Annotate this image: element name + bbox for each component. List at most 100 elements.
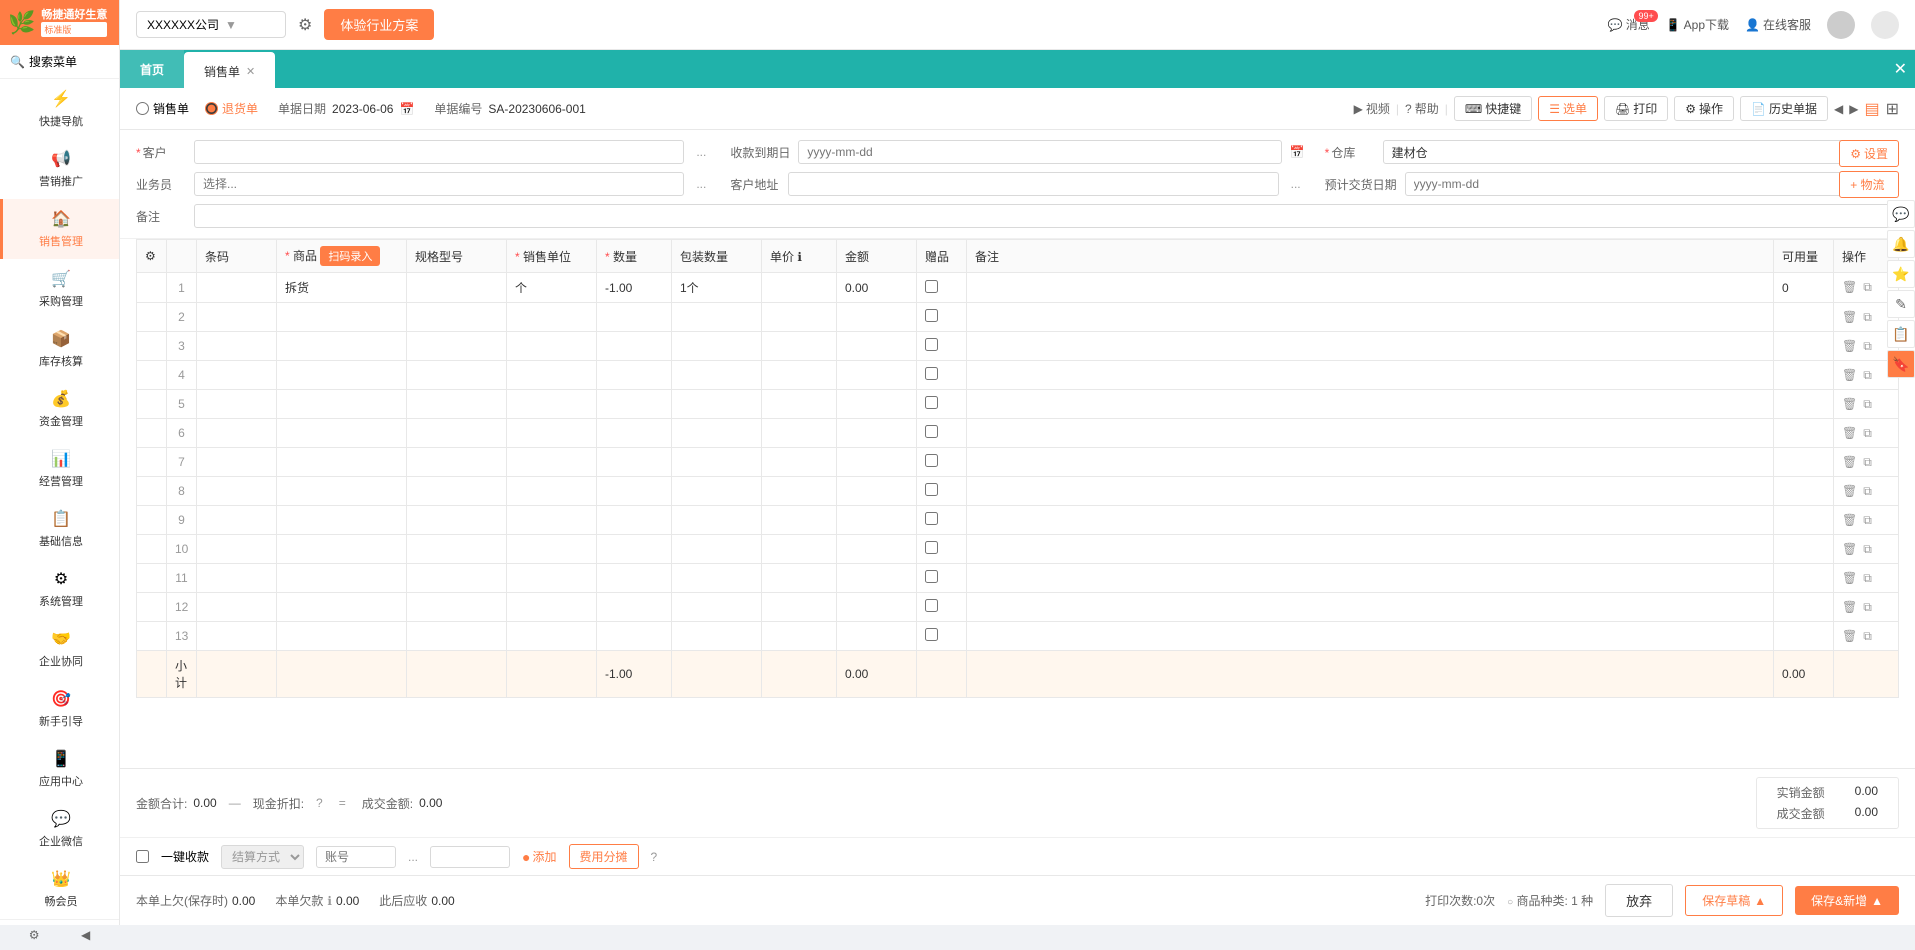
customer-ellipsis-btn[interactable]: ... <box>692 145 710 159</box>
sidebar-item-inventory[interactable]: 📦 库存核算 <box>0 319 119 379</box>
row-unit-cell[interactable] <box>507 390 597 419</box>
row-price-cell[interactable] <box>762 535 837 564</box>
history-btn[interactable]: 📄 历史单据 <box>1740 96 1828 121</box>
row-gift-cell[interactable] <box>917 361 967 390</box>
save-draft-btn[interactable]: 保存草稿 ▲ <box>1685 885 1783 916</box>
view-list-icon[interactable]: ▤ <box>1864 99 1879 119</box>
row-gift-cell[interactable] <box>917 477 967 506</box>
row-unit-cell[interactable] <box>507 448 597 477</box>
trial-button[interactable]: 体验行业方案 <box>324 9 434 40</box>
row-unit-cell[interactable] <box>507 361 597 390</box>
row-spec-cell[interactable] <box>407 622 507 651</box>
row-price-cell[interactable] <box>762 477 837 506</box>
collapse-icon[interactable]: ◀ <box>81 928 90 942</box>
row-spec-cell[interactable] <box>407 448 507 477</box>
row-amount-cell[interactable] <box>837 622 917 651</box>
row-barcode-cell[interactable] <box>197 506 277 535</box>
shortcut-btn[interactable]: ⌨ 快捷键 <box>1454 96 1532 121</box>
row-price-cell[interactable] <box>762 332 837 361</box>
customer-addr-input[interactable] <box>788 172 1278 196</box>
user-avatar-extra[interactable] <box>1871 11 1899 39</box>
sidebar-item-finance[interactable]: 💰 资金管理 <box>0 379 119 439</box>
app-download-btn[interactable]: 📱 App下载 <box>1666 16 1729 33</box>
row-barcode-cell[interactable] <box>197 448 277 477</box>
float-btn-2[interactable]: 🔔 <box>1887 230 1915 258</box>
row-remark-cell[interactable] <box>967 303 1774 332</box>
row-amount-cell[interactable] <box>837 593 917 622</box>
row-pkgqty-cell[interactable] <box>672 506 762 535</box>
row-qty-cell[interactable] <box>597 448 672 477</box>
row-spec-cell[interactable] <box>407 419 507 448</box>
row-delete-btn[interactable]: 🗑 <box>1842 368 1857 383</box>
row-remark-cell[interactable] <box>967 535 1774 564</box>
row-amount-cell[interactable] <box>837 535 917 564</box>
row-spec-cell[interactable] <box>407 593 507 622</box>
row-gift-cell[interactable] <box>917 419 967 448</box>
sidebar-item-apps[interactable]: 📱 应用中心 <box>0 739 119 799</box>
one-click-payment-checkbox[interactable] <box>136 850 149 863</box>
row-price-cell[interactable] <box>762 273 837 303</box>
row-copy-btn[interactable]: ⧉ <box>1863 310 1872 325</box>
row-product-cell[interactable] <box>277 303 407 332</box>
row-copy-btn[interactable]: ⧉ <box>1863 455 1872 470</box>
row-product-cell[interactable] <box>277 564 407 593</box>
sidebar-item-operations[interactable]: 📊 经营管理 <box>0 439 119 499</box>
row-qty-cell[interactable] <box>597 477 672 506</box>
row-product-cell[interactable] <box>277 535 407 564</box>
tabbar-close-btn[interactable]: ✕ <box>1894 59 1907 79</box>
row-pkgqty-cell[interactable] <box>672 303 762 332</box>
row-pkgqty-cell[interactable] <box>672 361 762 390</box>
row-product-cell[interactable] <box>277 622 407 651</box>
row-amount-cell[interactable] <box>837 361 917 390</box>
row-delete-btn[interactable]: 🗑 <box>1842 571 1857 586</box>
tab-sales-order[interactable]: 销售单 ✕ <box>184 52 275 90</box>
row-amount-cell[interactable]: 0.00 <box>837 273 917 303</box>
amount-payment-input[interactable] <box>430 846 510 868</box>
sidebar-item-basic[interactable]: 📋 基础信息 <box>0 499 119 559</box>
row-pkgqty-cell[interactable] <box>672 535 762 564</box>
row-product-cell[interactable] <box>277 361 407 390</box>
remark-input[interactable] <box>194 204 1899 228</box>
row-amount-cell[interactable] <box>837 448 917 477</box>
row-spec-cell[interactable] <box>407 361 507 390</box>
sidebar-item-enterprise[interactable]: 🤝 企业协同 <box>0 619 119 679</box>
row-spec-cell[interactable] <box>407 477 507 506</box>
row-unit-cell[interactable] <box>507 535 597 564</box>
sidebar-item-guide[interactable]: 🎯 新手引导 <box>0 679 119 739</box>
fee-help-icon[interactable]: ? <box>651 850 658 864</box>
company-selector[interactable]: XXXXXX公司 ▼ <box>136 11 286 38</box>
message-btn[interactable]: 💬 消息 99+ <box>1608 16 1650 33</box>
row-delete-btn[interactable]: 🗑 <box>1842 397 1857 412</box>
row-unit-cell[interactable] <box>507 332 597 361</box>
row-barcode-cell[interactable] <box>197 564 277 593</box>
row-delete-btn[interactable]: 🗑 <box>1842 629 1857 644</box>
float-btn-1[interactable]: 💬 <box>1887 200 1915 228</box>
row-remark-cell[interactable] <box>967 361 1774 390</box>
row-delete-btn[interactable]: 🗑 <box>1842 542 1857 557</box>
row-amount-cell[interactable] <box>837 564 917 593</box>
row-remark-cell[interactable] <box>967 390 1774 419</box>
row-barcode-cell[interactable] <box>197 622 277 651</box>
sidebar-item-quick-nav[interactable]: ⚡ 快捷导航 <box>0 79 119 139</box>
row-price-cell[interactable] <box>762 303 837 332</box>
row-price-cell[interactable] <box>762 419 837 448</box>
row-amount-cell[interactable] <box>837 390 917 419</box>
delivery-date-input[interactable] <box>1405 172 1876 196</box>
row-barcode-cell[interactable] <box>197 303 277 332</box>
tab-home[interactable]: 首页 <box>120 50 184 88</box>
select-btn[interactable]: ☰ 选单 <box>1538 96 1598 121</box>
row-unit-cell[interactable] <box>507 303 597 332</box>
row-copy-btn[interactable]: ⧉ <box>1863 280 1872 295</box>
total-owe-circle[interactable]: ℹ <box>327 894 332 908</box>
row-gift-cell[interactable] <box>917 390 967 419</box>
warehouse-input[interactable] <box>1383 140 1873 164</box>
sidebar-item-marketing[interactable]: 📢 营销推广 <box>0 139 119 199</box>
row-gift-cell[interactable] <box>917 593 967 622</box>
row-qty-cell[interactable] <box>597 622 672 651</box>
logistics-btn[interactable]: + 物流 <box>1839 171 1899 198</box>
row-copy-btn[interactable]: ⧉ <box>1863 600 1872 615</box>
row-remark-cell[interactable] <box>967 419 1774 448</box>
row-remark-cell[interactable] <box>967 332 1774 361</box>
date-calendar-icon[interactable]: 📅 <box>399 102 414 116</box>
row-qty-cell[interactable] <box>597 564 672 593</box>
